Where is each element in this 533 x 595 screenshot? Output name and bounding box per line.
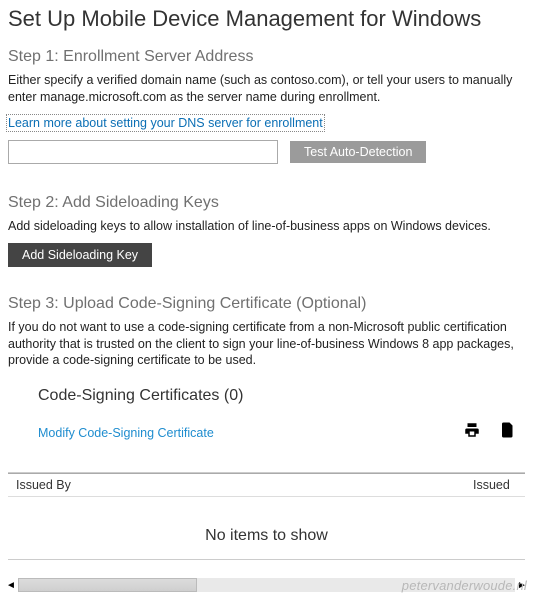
column-issued[interactable]: Issued	[473, 478, 517, 492]
scroll-track[interactable]	[18, 578, 515, 592]
certs-table-header: Issued By Issued	[8, 473, 525, 497]
cert-toolbar: Modify Code-Signing Certificate	[38, 421, 525, 444]
cert-toolbar-icons	[463, 421, 517, 444]
add-sideloading-key-button[interactable]: Add Sideloading Key	[8, 243, 152, 267]
step-2-description: Add sideloading keys to allow installati…	[8, 218, 525, 235]
step-3-section: Step 3: Upload Code-Signing Certificate …	[8, 295, 525, 445]
step-1-heading: Step 1: Enrollment Server Address	[8, 48, 525, 66]
code-signing-certs-section: Code-Signing Certificates (0) Modify Cod…	[8, 387, 525, 444]
print-icon[interactable]	[463, 421, 481, 444]
certs-empty-message: No items to show	[8, 497, 525, 559]
step-2-section: Step 2: Add Sideloading Keys Add sideloa…	[8, 194, 525, 267]
modify-code-signing-link[interactable]: Modify Code-Signing Certificate	[38, 426, 214, 440]
step-3-description: If you do not want to use a code-signing…	[8, 319, 525, 370]
scroll-thumb[interactable]	[18, 578, 197, 592]
dns-learn-more-link[interactable]: Learn more about setting your DNS server…	[8, 116, 323, 130]
certs-table: Issued By Issued No items to show	[8, 472, 525, 560]
step-2-heading: Step 2: Add Sideloading Keys	[8, 194, 525, 212]
server-address-input[interactable]	[8, 140, 278, 164]
scroll-right-arrow[interactable]: ►	[515, 578, 529, 592]
page-title: Set Up Mobile Device Management for Wind…	[8, 6, 525, 32]
column-issued-by[interactable]: Issued By	[16, 478, 473, 492]
step-1-description: Either specify a verified domain name (s…	[8, 72, 525, 106]
export-icon[interactable]	[499, 421, 517, 444]
step-3-heading: Step 3: Upload Code-Signing Certificate …	[8, 295, 525, 313]
scroll-left-arrow[interactable]: ◄	[4, 578, 18, 592]
server-address-row: Test Auto-Detection	[8, 140, 525, 164]
step-1-section: Step 1: Enrollment Server Address Either…	[8, 48, 525, 164]
code-signing-certs-title: Code-Signing Certificates (0)	[38, 387, 525, 405]
test-auto-detection-button[interactable]: Test Auto-Detection	[290, 141, 426, 163]
horizontal-scrollbar[interactable]: ◄ ►	[4, 577, 529, 593]
